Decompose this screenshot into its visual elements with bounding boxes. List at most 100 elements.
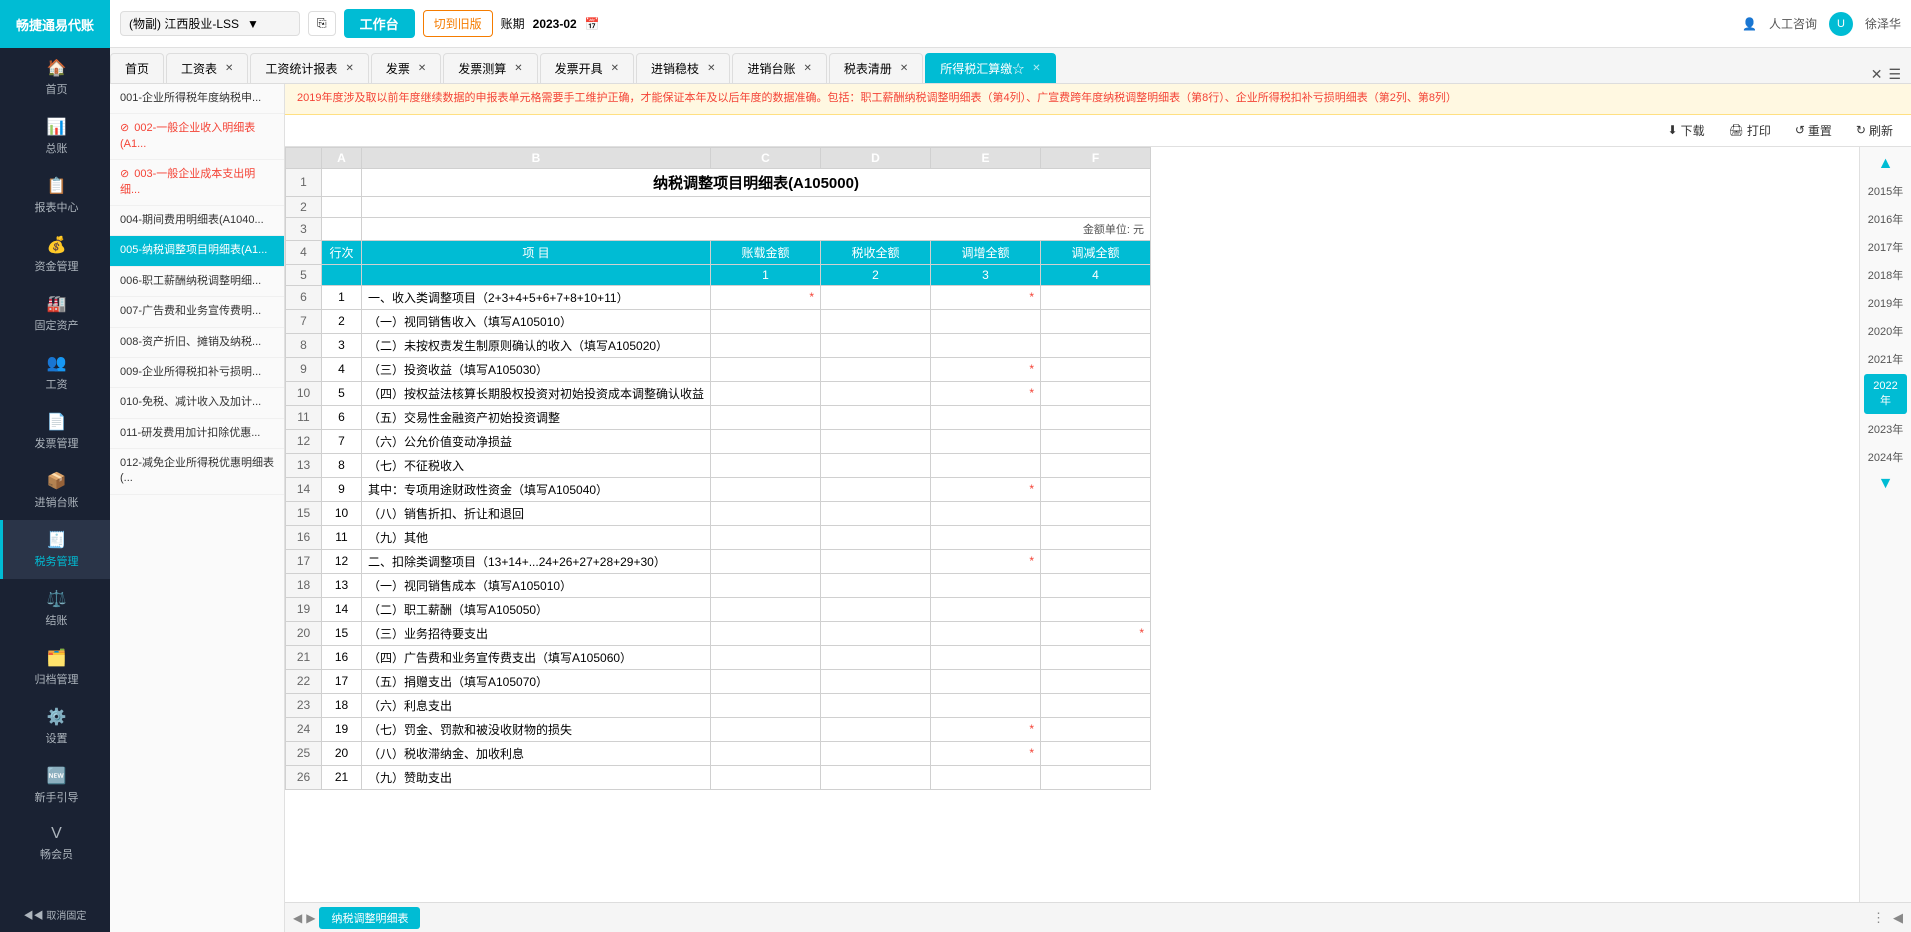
sidebar-item-guide[interactable]: 🆕 新手引导 (0, 756, 110, 815)
tab-purchase-ledger-close[interactable]: ✕ (803, 63, 811, 74)
row-col-f[interactable] (1041, 453, 1151, 477)
row-col-d[interactable] (821, 765, 931, 789)
tabs-menu[interactable]: ☰ (1888, 66, 1901, 83)
left-panel-item-003[interactable]: ⊘ 003-一般企业成本支出明细... (110, 160, 284, 206)
row-col-d[interactable] (821, 573, 931, 597)
row-col-e[interactable]: * (931, 357, 1041, 381)
row-col-f[interactable] (1041, 693, 1151, 717)
year-item[interactable]: 2021年 (1860, 345, 1911, 373)
row-col-c[interactable] (711, 597, 821, 621)
row-col-e[interactable] (931, 525, 1041, 549)
row-col-f[interactable] (1041, 525, 1151, 549)
row-col-e[interactable] (931, 333, 1041, 357)
row-col-c[interactable] (711, 549, 821, 573)
row-col-e[interactable] (931, 501, 1041, 525)
row-col-f[interactable] (1041, 333, 1151, 357)
row-col-f[interactable] (1041, 765, 1151, 789)
left-panel-item-010[interactable]: 010-免税、减计收入及加计... (110, 388, 284, 418)
bottom-tab-item[interactable]: 纳税调整明细表 (319, 907, 420, 929)
year-nav-down[interactable]: ▼ (1874, 471, 1898, 497)
row-col-f[interactable]: * (1041, 621, 1151, 645)
row-col-f[interactable] (1041, 477, 1151, 501)
row-col-c[interactable] (711, 669, 821, 693)
row-col-e[interactable]: * (931, 477, 1041, 501)
tab-tax-clear[interactable]: 税表清册 ✕ (829, 53, 923, 83)
tab-invoice-open-close[interactable]: ✕ (611, 63, 619, 74)
row-col-e[interactable]: * (931, 285, 1041, 309)
row-col-c[interactable]: * (711, 285, 821, 309)
year-item[interactable]: 2024年 (1860, 443, 1911, 471)
row-col-c[interactable] (711, 573, 821, 597)
year-nav-up[interactable]: ▲ (1874, 151, 1898, 177)
row-col-e[interactable]: * (931, 381, 1041, 405)
sidebar-item-ledger[interactable]: 📊 总账 (0, 107, 110, 166)
row-col-d[interactable] (821, 453, 931, 477)
next-sheet-icon[interactable]: ▶ (306, 911, 315, 925)
row-col-e[interactable] (931, 309, 1041, 333)
row-col-f[interactable] (1041, 597, 1151, 621)
reset-btn[interactable]: ↺ 重置 (1789, 119, 1838, 142)
tab-tax-clear-close[interactable]: ✕ (900, 63, 908, 74)
row-col-c[interactable] (711, 765, 821, 789)
row-col-d[interactable] (821, 717, 931, 741)
left-panel-item-005[interactable]: 005-纳税调整项目明细表(A1... (110, 236, 284, 266)
row-col-c[interactable] (711, 717, 821, 741)
row-col-f[interactable] (1041, 405, 1151, 429)
row-col-d[interactable] (821, 285, 931, 309)
year-item[interactable]: 2019年 (1860, 289, 1911, 317)
tab-invoice-calc-close[interactable]: ✕ (514, 63, 522, 74)
year-item[interactable]: 2023年 (1860, 415, 1911, 443)
tab-payroll[interactable]: 工资表 ✕ (166, 53, 248, 83)
row-col-d[interactable] (821, 693, 931, 717)
row-col-d[interactable] (821, 645, 931, 669)
tab-purchase-stable-close[interactable]: ✕ (707, 63, 715, 74)
row-col-e[interactable] (931, 573, 1041, 597)
row-col-c[interactable] (711, 477, 821, 501)
row-col-f[interactable] (1041, 429, 1151, 453)
tab-payroll-close[interactable]: ✕ (225, 63, 233, 74)
row-col-d[interactable] (821, 429, 931, 453)
year-item[interactable]: 2017年 (1860, 233, 1911, 261)
row-col-e[interactable]: * (931, 717, 1041, 741)
download-btn[interactable]: ⬇ 下载 (1662, 119, 1711, 142)
left-panel-item-011[interactable]: 011-研发费用加计扣除优惠... (110, 419, 284, 449)
row-col-c[interactable] (711, 333, 821, 357)
row-col-f[interactable] (1041, 501, 1151, 525)
sidebar-item-purchase[interactable]: 📦 进销台账 (0, 461, 110, 520)
row-col-d[interactable] (821, 381, 931, 405)
spreadsheet-container[interactable]: A B C D E F 1 (285, 147, 1859, 902)
sidebar-footer-pin[interactable]: ◀◀ 取消固定 (19, 897, 92, 932)
refresh-btn[interactable]: ↻ 刷新 (1850, 119, 1899, 142)
row-col-c[interactable] (711, 501, 821, 525)
row-col-f[interactable] (1041, 669, 1151, 693)
left-panel-item-012[interactable]: 012-减免企业所得税优惠明细表(... (110, 449, 284, 495)
sidebar-item-tax[interactable]: 🧾 税务管理 (0, 520, 110, 579)
row-col-e[interactable] (931, 669, 1041, 693)
row-col-e[interactable] (931, 645, 1041, 669)
row-col-d[interactable] (821, 477, 931, 501)
row-col-f[interactable] (1041, 549, 1151, 573)
tab-purchase-ledger[interactable]: 进销台账 ✕ (732, 53, 826, 83)
bottom-scroll-left[interactable]: ◀ (1893, 910, 1903, 926)
left-panel-item-001[interactable]: 001-企业所得税年度纳税申... (110, 84, 284, 114)
tab-payroll-stats[interactable]: 工资统计报表 ✕ (250, 53, 368, 83)
row-col-d[interactable] (821, 669, 931, 693)
left-panel-item-002[interactable]: ⊘ 002-一般企业收入明细表(A1... (110, 114, 284, 160)
row-col-e[interactable]: * (931, 549, 1041, 573)
row-col-d[interactable] (821, 309, 931, 333)
tab-income-tax-close[interactable]: ✕ (1032, 63, 1040, 74)
row-col-d[interactable] (821, 501, 931, 525)
left-panel-item-008[interactable]: 008-资产折旧、摊销及纳税... (110, 328, 284, 358)
year-item[interactable]: 2020年 (1860, 317, 1911, 345)
tab-invoice-open[interactable]: 发票开具 ✕ (540, 53, 634, 83)
sidebar-item-settings[interactable]: ⚙️ 设置 (0, 697, 110, 756)
row-col-f[interactable] (1041, 717, 1151, 741)
row-col-e[interactable]: * (931, 741, 1041, 765)
switch-old-button[interactable]: 切到旧版 (423, 10, 493, 37)
row-col-f[interactable] (1041, 573, 1151, 597)
row-col-c[interactable] (711, 357, 821, 381)
tab-invoice[interactable]: 发票 ✕ (371, 53, 441, 83)
sidebar-item-payroll[interactable]: 👥 工资 (0, 343, 110, 402)
sidebar-item-invoice[interactable]: 📄 发票管理 (0, 402, 110, 461)
tab-purchase-stable[interactable]: 进销稳枝 ✕ (636, 53, 730, 83)
